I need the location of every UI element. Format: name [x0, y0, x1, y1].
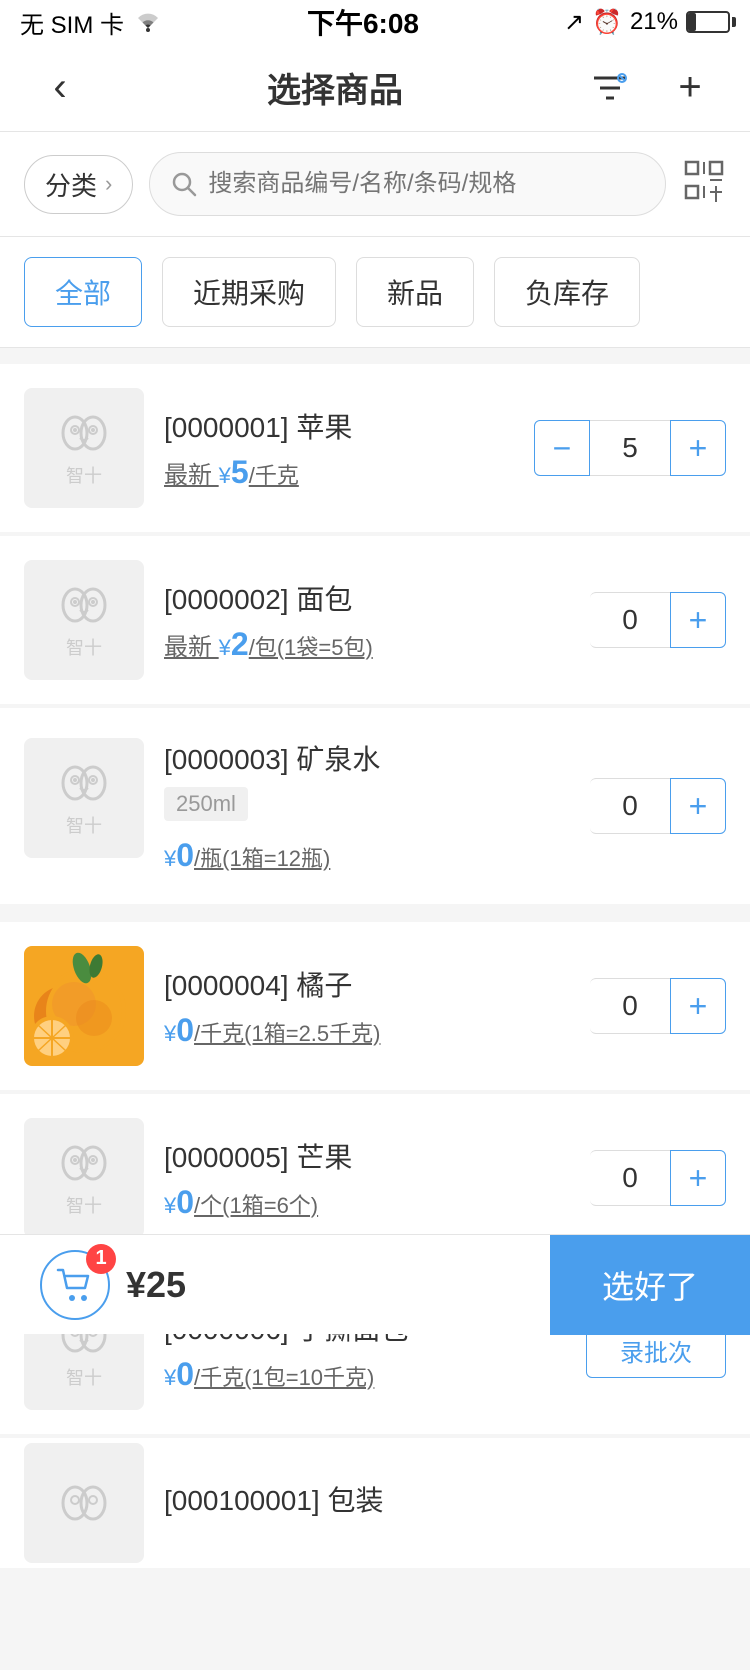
product-info: [0000004] 橘子 ¥0/千克(1箱=2.5千克): [164, 964, 570, 1049]
quantity-control: +: [590, 1150, 726, 1206]
product-info: [0000005] 芒果 ¥0/个(1箱=6个): [164, 1136, 570, 1221]
search-container: [149, 152, 666, 216]
owl-logo: [54, 408, 114, 458]
filter-icon[interactable]: [580, 65, 640, 110]
cart-total: ¥25: [126, 1264, 186, 1306]
owl-logo: [54, 1138, 114, 1188]
product-name: [000100001] 包装: [164, 1479, 726, 1519]
cart-section: 1 ¥25: [0, 1250, 550, 1320]
page-title: 选择商品: [90, 63, 580, 112]
cart-badge: 1: [86, 1244, 116, 1274]
qty-plus-button[interactable]: +: [670, 778, 726, 834]
product-thumbnail: 智十: [24, 388, 144, 508]
list-item: 智十 [0000001] 苹果 最新 ¥5/千克 − +: [0, 364, 750, 532]
product-spec: 250ml: [164, 787, 248, 821]
battery-percent: 21%: [630, 8, 678, 36]
cart-icon-button[interactable]: 1: [40, 1250, 110, 1320]
chevron-right-icon: ›: [105, 171, 112, 197]
quantity-control: − +: [534, 420, 726, 476]
product-info: [0000002] 面包 最新 ¥2/包(1袋=5包): [164, 578, 570, 663]
product-thumbnail: [24, 1443, 144, 1563]
qty-input[interactable]: [590, 420, 670, 476]
qty-minus-button[interactable]: −: [534, 420, 590, 476]
product-list: 智十 [0000001] 苹果 最新 ¥5/千克 − +: [0, 364, 750, 1568]
product-info: [000100001] 包装: [164, 1479, 726, 1527]
qty-input[interactable]: [590, 1150, 670, 1206]
product-name: [0000002] 面包: [164, 578, 570, 618]
product-name: [0000004] 橘子: [164, 964, 570, 1004]
quantity-control: +: [590, 978, 726, 1034]
product-name: [0000001] 苹果: [164, 406, 514, 446]
tab-recent[interactable]: 近期采购: [162, 257, 336, 327]
bottom-bar: 1 ¥25 选好了: [0, 1234, 750, 1334]
qty-input[interactable]: [590, 592, 670, 648]
category-button[interactable]: 分类 ›: [24, 155, 133, 214]
confirm-button[interactable]: 选好了: [550, 1235, 750, 1335]
product-price: 最新 ¥5/千克: [164, 454, 514, 491]
status-carrier: 无 SIM 卡: [20, 5, 162, 40]
qty-plus-button[interactable]: +: [670, 978, 726, 1034]
cart-icon: [56, 1268, 94, 1302]
product-thumbnail: 智十: [24, 1118, 144, 1238]
owl-logo: [54, 758, 114, 808]
product-price: ¥0/千克(1箱=2.5千克): [164, 1012, 570, 1049]
product-price: 最新 ¥2/包(1袋=5包): [164, 626, 570, 663]
product-thumbnail: [24, 946, 144, 1066]
nav-actions: +: [580, 65, 720, 110]
filter-bar: 分类 ›: [0, 132, 750, 237]
qty-plus-button[interactable]: +: [670, 592, 726, 648]
tab-bar: 全部 近期采购 新品 负库存: [0, 237, 750, 348]
owl-logo: [54, 1478, 114, 1528]
qty-input[interactable]: [590, 778, 670, 834]
product-price: ¥0/个(1箱=6个): [164, 1184, 570, 1221]
list-item: [000100001] 包装: [0, 1438, 750, 1568]
alarm-icon: ⏰: [592, 8, 622, 37]
orange-image: [24, 946, 144, 1066]
scan-icon[interactable]: [682, 158, 726, 211]
status-indicators: ↗ ⏰ 21%: [564, 8, 730, 37]
search-icon: [170, 170, 198, 198]
nav-bar: ‹ 选择商品 +: [0, 44, 750, 132]
quantity-control: +: [590, 778, 726, 834]
status-bar: 无 SIM 卡 下午6:08 ↗ ⏰ 21%: [0, 0, 750, 44]
tab-negative[interactable]: 负库存: [494, 257, 640, 327]
product-thumbnail: 智十: [24, 560, 144, 680]
wifi-icon: [134, 12, 162, 32]
product-price: ¥0/千克(1包=10千克): [164, 1356, 566, 1393]
list-item: [0000004] 橘子 ¥0/千克(1箱=2.5千克) +: [0, 922, 750, 1090]
status-time: 下午6:08: [307, 2, 419, 42]
product-info: [0000001] 苹果 最新 ¥5/千克: [164, 406, 514, 491]
product-price: ¥0/瓶(1箱=12瓶): [164, 837, 570, 874]
tab-all[interactable]: 全部: [24, 257, 142, 327]
product-info: [0000003] 矿泉水 250ml ¥0/瓶(1箱=12瓶): [164, 738, 570, 874]
product-thumbnail: 智十: [24, 738, 144, 858]
quantity-control: +: [590, 592, 726, 648]
tab-new[interactable]: 新品: [356, 257, 474, 327]
list-item: 智十 [0000002] 面包 最新 ¥2/包(1袋=5包) +: [0, 536, 750, 704]
qty-plus-button[interactable]: +: [670, 1150, 726, 1206]
add-button[interactable]: +: [660, 65, 720, 110]
list-item: 智十 [0000003] 矿泉水 250ml ¥0/瓶(1箱=12瓶) +: [0, 708, 750, 904]
qty-plus-button[interactable]: +: [670, 420, 726, 476]
product-name: [0000003] 矿泉水: [164, 738, 570, 778]
location-icon: ↗: [564, 8, 584, 37]
product-name: [0000005] 芒果: [164, 1136, 570, 1176]
search-input[interactable]: [208, 170, 645, 198]
battery-icon: [686, 11, 730, 33]
qty-input[interactable]: [590, 978, 670, 1034]
owl-logo: [54, 580, 114, 630]
back-button[interactable]: ‹: [30, 65, 90, 110]
